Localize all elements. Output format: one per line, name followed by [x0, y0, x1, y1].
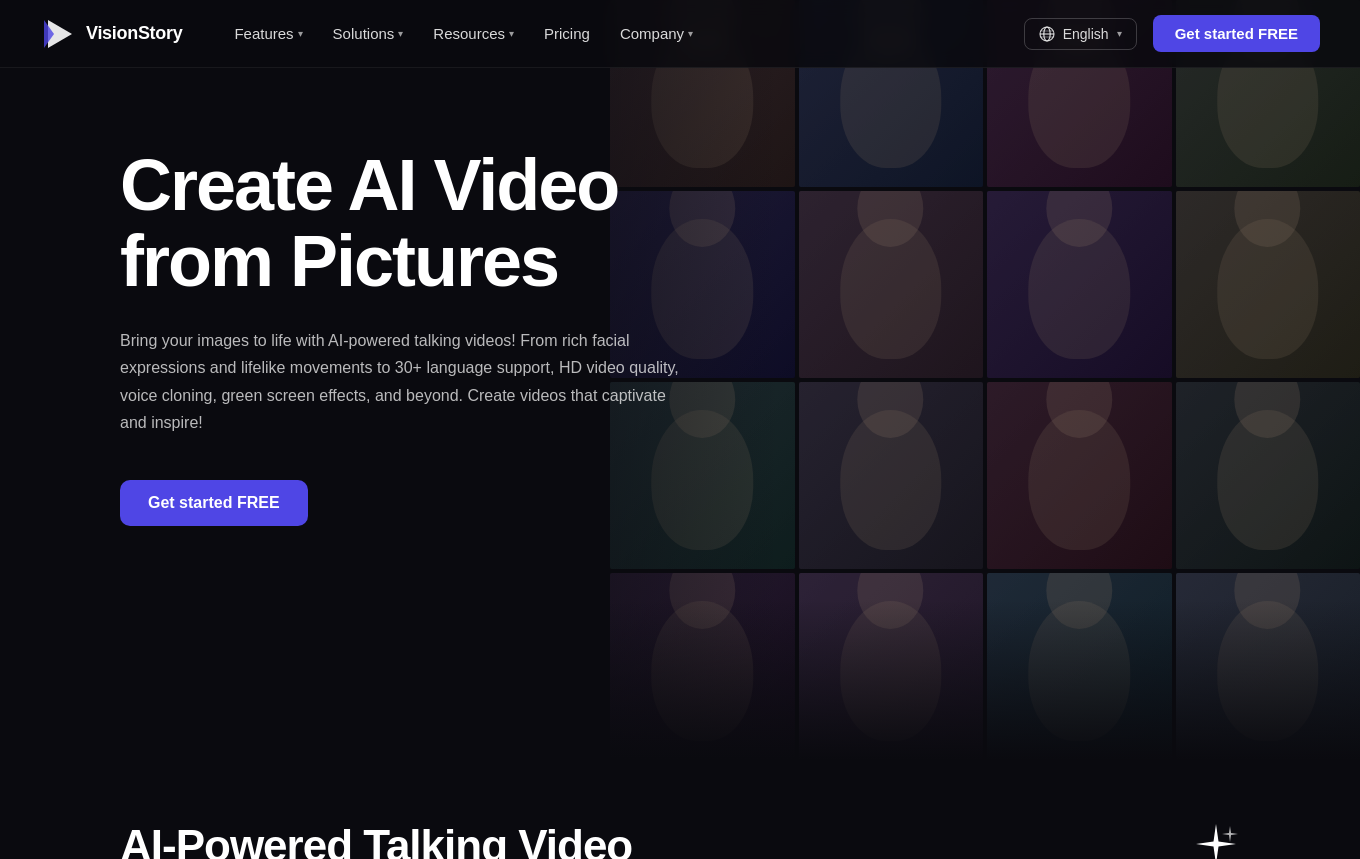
hero-description: Bring your images to life with AI-powere…	[120, 327, 680, 436]
chevron-down-icon: ▾	[398, 28, 403, 39]
ai-talking-video-section: AI-Powered Talking Video	[0, 760, 1360, 859]
nav-item-resources[interactable]: Resources ▾	[421, 17, 526, 50]
nav-links: Features ▾ Solutions ▾ Resources ▾ Prici…	[222, 17, 705, 50]
nav-right: English ▾ Get started FREE	[1024, 15, 1320, 52]
hero-section: Create AI Video from Pictures Bring your…	[0, 0, 1360, 760]
photo-cell	[1176, 382, 1361, 569]
hero-content: Create AI Video from Pictures Bring your…	[0, 68, 720, 586]
nav-item-pricing[interactable]: Pricing	[532, 17, 602, 50]
photo-cell	[987, 191, 1172, 378]
chevron-down-icon: ▾	[298, 28, 303, 39]
chevron-down-icon: ▾	[688, 28, 693, 39]
nav-item-solutions[interactable]: Solutions ▾	[321, 17, 416, 50]
logo[interactable]: VisionStory	[40, 16, 182, 52]
photo-cell	[987, 382, 1172, 569]
hero-bottom-gradient	[0, 600, 1360, 760]
nav-item-features[interactable]: Features ▾	[222, 17, 314, 50]
hero-cta-button[interactable]: Get started FREE	[120, 480, 308, 526]
chevron-down-icon: ▾	[509, 28, 514, 39]
language-label: English	[1063, 26, 1109, 42]
language-selector[interactable]: English ▾	[1024, 18, 1137, 50]
photo-cell	[1176, 191, 1361, 378]
section-title-wrapper: AI-Powered Talking Video	[120, 821, 632, 859]
nav-left: VisionStory Features ▾ Solutions ▾ Resou…	[40, 16, 705, 52]
sparkle-decoration	[1192, 820, 1240, 859]
sparkle-icon	[1192, 820, 1240, 859]
nav-item-company[interactable]: Company ▾	[608, 17, 705, 50]
logo-icon	[40, 16, 76, 52]
get-started-button[interactable]: Get started FREE	[1153, 15, 1320, 52]
logo-text: VisionStory	[86, 23, 182, 44]
photo-cell	[799, 191, 984, 378]
photo-cell	[799, 382, 984, 569]
chevron-down-icon: ▾	[1117, 28, 1122, 39]
navbar: VisionStory Features ▾ Solutions ▾ Resou…	[0, 0, 1360, 68]
hero-title: Create AI Video from Pictures	[120, 148, 720, 299]
globe-icon	[1039, 26, 1055, 42]
section-title: AI-Powered Talking Video	[120, 821, 632, 859]
